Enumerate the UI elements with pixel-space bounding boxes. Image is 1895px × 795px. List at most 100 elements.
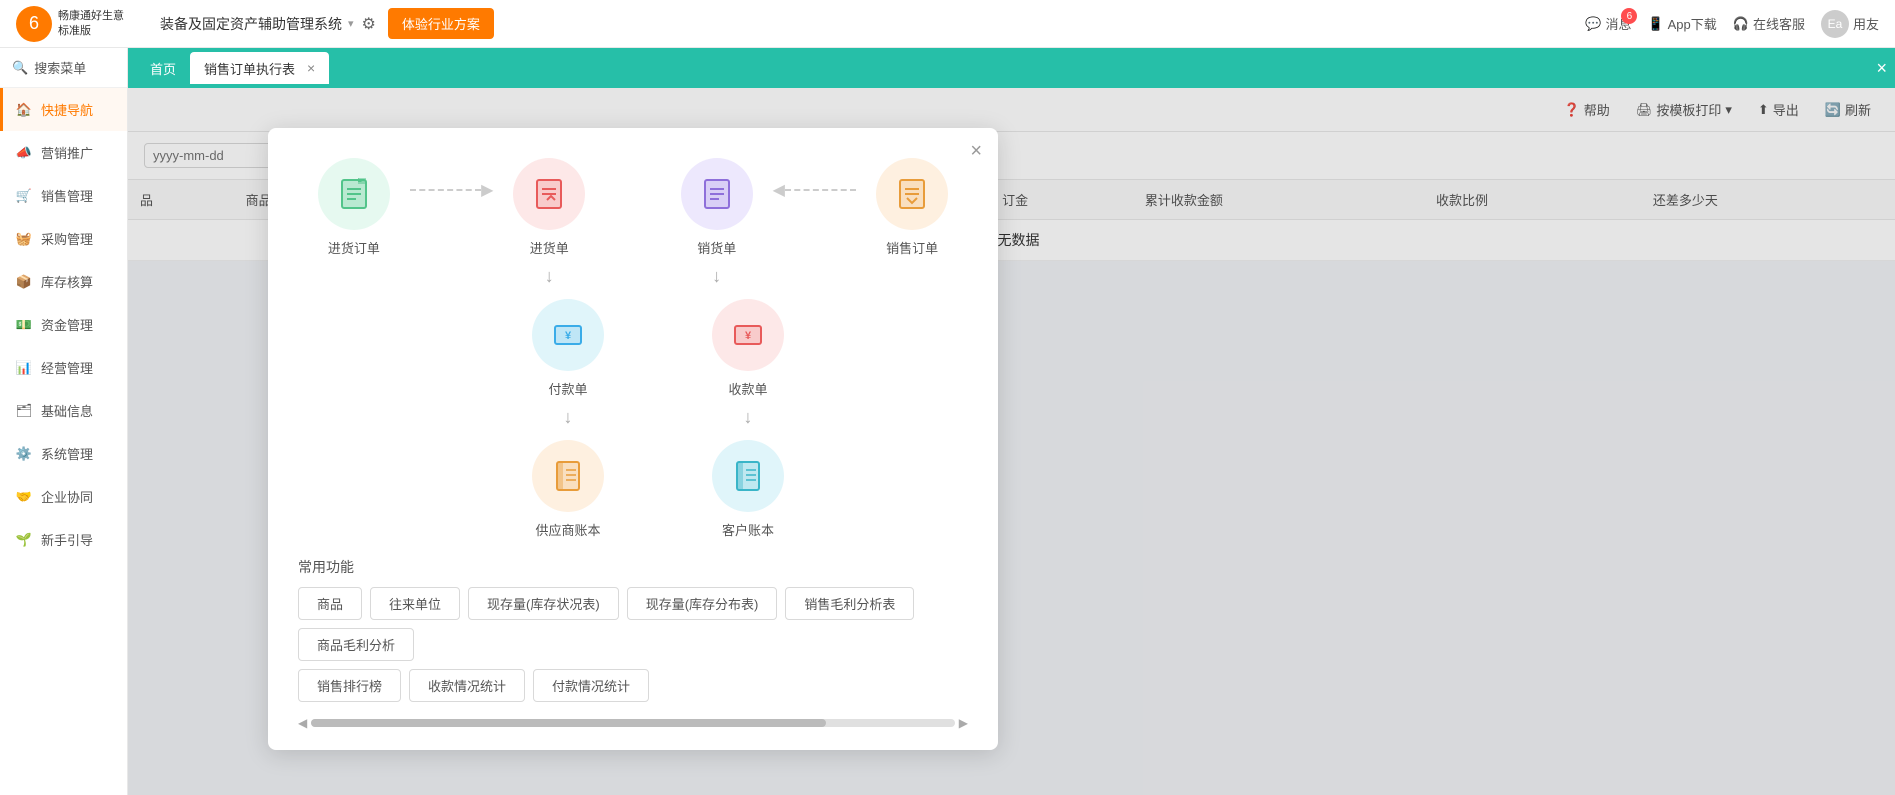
modal-scrollbar[interactable]: ◀ ▶ [298, 716, 968, 730]
flow-supplier-account-label: 供应商账本 [535, 520, 600, 539]
tab-close-btn[interactable]: × [307, 61, 315, 75]
tab-sales-label: 销售订单执行表 [204, 59, 295, 78]
basic-icon: 🗂 [15, 402, 33, 420]
message-icon: 💬 [1585, 16, 1601, 32]
message-btn[interactable]: 💬 消息 6 [1585, 14, 1631, 33]
newbie-icon: 🌱 [15, 531, 33, 549]
settings-icon[interactable]: ⚙ [362, 14, 376, 34]
func-btn-product-profit[interactable]: 商品毛利分析 [298, 628, 414, 661]
system-title: 装备及固定资产辅助管理系统 [160, 14, 342, 34]
flow-supplier-account[interactable]: 供应商账本 [508, 440, 628, 539]
experience-btn[interactable]: 体验行业方案 [388, 8, 494, 39]
flow-payment-bill-label: 付款单 [548, 379, 587, 398]
purchase-order-circle [318, 158, 390, 230]
user-menu[interactable]: Ea 用友 [1821, 10, 1879, 38]
customer-account-circle [712, 440, 784, 512]
flow-customer-account-label: 客户账本 [722, 520, 774, 539]
sidebar-item-inventory[interactable]: 📦 库存核算 [0, 260, 127, 303]
func-btn-sales-ranking[interactable]: 销售排行榜 [298, 669, 401, 702]
sidebar-item-finance[interactable]: 💵 资金管理 [0, 303, 127, 346]
search-icon: 🔍 [12, 60, 28, 76]
search-menu-label: 搜索菜单 [34, 58, 86, 77]
sidebar-item-sales[interactable]: 🛒 销售管理 [0, 174, 127, 217]
quick-nav-icon: 🏠 [15, 101, 33, 119]
app-logo-icon: 6 [16, 6, 52, 42]
purchase-bill-circle [513, 158, 585, 230]
flow-sales-order-label: 销售订单 [886, 238, 938, 257]
search-menu-btn[interactable]: 🔍 搜索菜单 [0, 48, 127, 88]
func-btn-sales-profit-analysis[interactable]: 销售毛利分析表 [785, 587, 914, 620]
enterprise-icon: 🤝 [15, 488, 33, 506]
func-btn-inventory-status[interactable]: 现存量(库存状况表) [468, 587, 619, 620]
sidebar-item-enterprise[interactable]: 🤝 企业协同 [0, 475, 127, 518]
flow-receipt-bill-label: 收款单 [728, 379, 767, 398]
receipt-bill-circle: ¥ [712, 299, 784, 371]
sidebar-item-basic[interactable]: 🗂 基础信息 [0, 389, 127, 432]
sales-bill-circle [681, 158, 753, 230]
online-service-label: 在线客服 [1753, 14, 1805, 33]
func-buttons-row1: 商品 往来单位 现存量(库存状况表) 现存量(库存分布表) 销售毛利分析表 商品… [298, 587, 968, 661]
service-icon: 🎧 [1733, 16, 1749, 32]
sidebar-item-label: 库存核算 [41, 272, 93, 291]
tab-sales-order-exec[interactable]: 销售订单执行表 × [190, 52, 329, 84]
func-btn-inventory-dist[interactable]: 现存量(库存分布表) [627, 587, 778, 620]
system-icon: ⚙️ [15, 445, 33, 463]
svg-text:¥: ¥ [745, 330, 752, 342]
sidebar-item-label: 资金管理 [41, 315, 93, 334]
operation-icon: 📊 [15, 359, 33, 377]
app-download-label: App下载 [1668, 14, 1717, 33]
finance-icon: 💵 [15, 316, 33, 334]
sidebar-item-label: 快捷导航 [41, 100, 93, 119]
flow-purchase-order-label: 进货订单 [328, 238, 380, 257]
svg-text:¥: ¥ [565, 330, 572, 342]
flow-sales-bill-label: 销货单 [697, 238, 736, 257]
modal-close-btn[interactable]: × [970, 140, 982, 163]
sidebar-item-purchase[interactable]: 🧺 采购管理 [0, 217, 127, 260]
flow-purchase-order[interactable]: 进货订单 [298, 158, 410, 257]
sidebar-item-label: 新手引导 [41, 530, 93, 549]
func-btn-counterparty[interactable]: 往来单位 [370, 587, 460, 620]
sidebar-item-quick-nav[interactable]: 🏠 快捷导航 [0, 88, 127, 131]
inventory-icon: 📦 [15, 273, 33, 291]
flow-receipt-bill[interactable]: ¥ 收款单 [688, 299, 808, 398]
flow-purchase-bill-label: 进货单 [530, 238, 569, 257]
payment-bill-circle: ¥ [532, 299, 604, 371]
flow-customer-account[interactable]: 客户账本 [688, 440, 808, 539]
flow-sales-order[interactable]: 销售订单 [856, 158, 968, 257]
flow-payment-bill[interactable]: ¥ 付款单 [508, 299, 628, 398]
sidebar-item-system[interactable]: ⚙️ 系统管理 [0, 432, 127, 475]
sidebar-item-label: 系统管理 [41, 444, 93, 463]
sales-order-circle [876, 158, 948, 230]
sidebar-item-marketing[interactable]: 📣 营销推广 [0, 131, 127, 174]
func-btn-payment-stats[interactable]: 付款情况统计 [533, 669, 649, 702]
sidebar-item-operation[interactable]: 📊 经营管理 [0, 346, 127, 389]
scroll-right-btn[interactable]: ▶ [959, 716, 968, 730]
func-btn-product[interactable]: 商品 [298, 587, 362, 620]
flow-sales-bill[interactable]: 销货单 [661, 158, 773, 257]
func-buttons-row2: 销售排行榜 收款情况统计 付款情况统计 [298, 669, 968, 702]
scroll-left-btn[interactable]: ◀ [298, 716, 307, 730]
purchase-icon: 🧺 [15, 230, 33, 248]
sales-icon: 🛒 [15, 187, 33, 205]
avatar: Ea [1821, 10, 1849, 38]
tab-home[interactable]: 首页 [136, 52, 190, 84]
close-window-btn[interactable]: × [1876, 58, 1887, 79]
download-icon: 📱 [1647, 16, 1663, 32]
app-download-btn[interactable]: 📱 App下载 [1647, 14, 1716, 33]
sidebar-item-label: 销售管理 [41, 186, 93, 205]
sidebar-item-label: 采购管理 [41, 229, 93, 248]
message-badge: 6 [1621, 8, 1637, 24]
sidebar-item-newbie[interactable]: 🌱 新手引导 [0, 518, 127, 561]
user-label: 用友 [1853, 14, 1879, 33]
sidebar-item-label: 基础信息 [41, 401, 93, 420]
system-title-dropdown[interactable]: ▾ [348, 17, 354, 30]
sidebar-item-label: 企业协同 [41, 487, 93, 506]
online-service-btn[interactable]: 🎧 在线客服 [1733, 14, 1805, 33]
scrollbar-thumb [311, 719, 826, 727]
logo-text: 畅康通好生意 标准版 [58, 9, 124, 38]
flow-purchase-bill[interactable]: 进货单 [493, 158, 605, 257]
func-btn-receipt-stats[interactable]: 收款情况统计 [409, 669, 525, 702]
modal-overlay: × [128, 88, 1895, 795]
common-func-title: 常用功能 [298, 557, 968, 577]
sidebar-item-label: 营销推广 [41, 143, 93, 162]
